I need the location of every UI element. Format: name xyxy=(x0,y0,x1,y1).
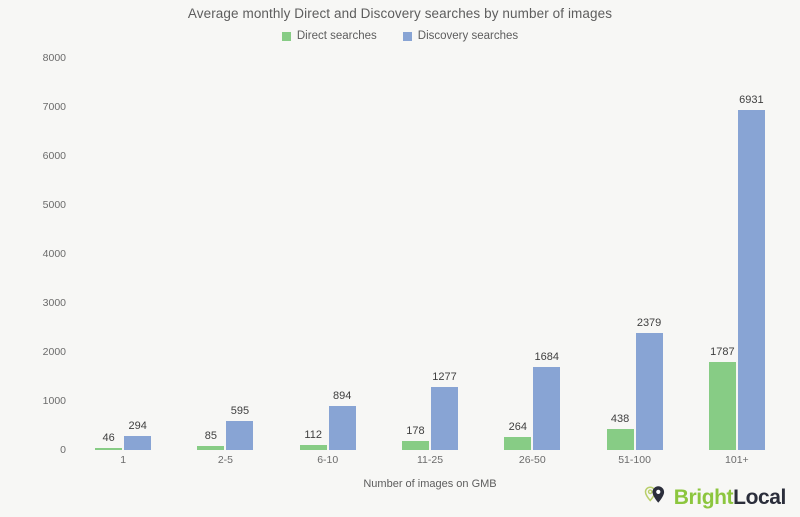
bar-column: 595 xyxy=(226,58,254,450)
x-axis-tick-label: 6-10 xyxy=(317,454,339,466)
x-axis: 1 2-5 6-10 11-25 26-50 51-100 101+ xyxy=(72,455,788,473)
x-axis-tick-label: 26-50 xyxy=(518,454,546,466)
x-axis-tick-label: 11-25 xyxy=(416,454,444,466)
y-axis-tick-label: 5000 xyxy=(42,198,66,211)
bar-value-label: 1787 xyxy=(710,346,735,359)
bar-group: 1787 6931 xyxy=(686,58,788,450)
bar-discovery[interactable] xyxy=(737,110,765,450)
bar-column: 264 xyxy=(504,58,532,450)
y-axis-tick-label: 7000 xyxy=(42,100,66,113)
bar-column: 1277 xyxy=(430,58,458,450)
bar-column: 178 xyxy=(401,58,429,450)
x-axis-tick-label: 2-5 xyxy=(217,454,234,466)
plot-area: 46 294 85 595 112 894 178 1277 264 1684 438 2379 178… xyxy=(72,58,788,450)
brand-name-bright: Bright xyxy=(673,485,734,509)
bar-column: 894 xyxy=(328,58,356,450)
y-axis-tick-label: 8000 xyxy=(42,51,66,64)
chart-plot-frame: 0 1000 2000 3000 4000 5000 6000 7000 8000 46 294 8… xyxy=(0,0,800,517)
bar-group: 46 294 xyxy=(72,58,174,450)
bar-column: 46 xyxy=(95,58,123,450)
bar-discovery[interactable] xyxy=(124,435,152,450)
bar-direct[interactable] xyxy=(708,362,736,450)
bar-discovery[interactable] xyxy=(430,387,458,450)
bar-value-label: 178 xyxy=(406,425,425,438)
brand-name-local: Local xyxy=(733,485,786,509)
bar-column: 2379 xyxy=(635,58,663,450)
bar-group: 112 894 xyxy=(277,58,379,450)
bar-value-label: 1277 xyxy=(432,371,457,384)
y-axis-tick-label: 3000 xyxy=(42,296,66,309)
bar-value-label: 6931 xyxy=(739,94,764,107)
x-axis-tick-label: 101+ xyxy=(725,454,749,466)
bar-column: 112 xyxy=(299,58,327,450)
bar-column: 1787 xyxy=(708,58,736,450)
y-axis-tick-label: 4000 xyxy=(42,247,66,260)
bar-column: 85 xyxy=(197,58,225,450)
bar-direct[interactable] xyxy=(299,444,327,450)
bar-group: 438 2379 xyxy=(583,58,685,450)
bar-direct[interactable] xyxy=(401,441,429,450)
y-axis-tick-label: 0 xyxy=(60,443,66,456)
bar-group: 264 1684 xyxy=(481,58,583,450)
bar-discovery[interactable] xyxy=(226,420,254,450)
y-axis-tick-label: 2000 xyxy=(42,345,66,358)
bar-direct[interactable] xyxy=(504,437,532,450)
bar-column: 294 xyxy=(124,58,152,450)
bar-group: 85 595 xyxy=(174,58,276,450)
bar-value-label: 595 xyxy=(230,404,250,417)
y-axis-tick-label: 1000 xyxy=(42,394,66,407)
y-axis-tick-label: 6000 xyxy=(42,149,66,162)
bar-value-label: 894 xyxy=(333,390,352,403)
bar-value-label: 112 xyxy=(304,428,322,441)
bar-column: 1684 xyxy=(533,58,561,450)
bar-discovery[interactable] xyxy=(533,367,561,450)
y-axis: 0 1000 2000 3000 4000 5000 6000 7000 8000 xyxy=(14,50,66,455)
map-pin-icon xyxy=(644,486,664,503)
bar-direct[interactable] xyxy=(95,447,123,450)
bar-column: 438 xyxy=(606,58,634,450)
bar-discovery[interactable] xyxy=(328,406,356,450)
bar-group: 178 1277 xyxy=(379,58,481,450)
x-axis-tick-label: 1 xyxy=(120,454,127,466)
bar-discovery[interactable] xyxy=(635,333,663,450)
bar-column: 6931 xyxy=(737,58,765,450)
bar-value-label: 2379 xyxy=(636,317,662,330)
bar-value-label: 46 xyxy=(102,431,115,444)
bar-direct[interactable] xyxy=(606,428,634,450)
bar-value-label: 294 xyxy=(128,419,147,432)
brand-wordmark: BrightLocal xyxy=(673,485,787,509)
bar-value-label: 264 xyxy=(508,421,527,434)
bar-direct[interactable] xyxy=(197,445,225,450)
bar-value-label: 438 xyxy=(610,412,630,425)
x-axis-tick-label: 51-100 xyxy=(618,454,651,466)
brightlocal-logo: BrightLocal xyxy=(643,485,786,509)
bar-value-label: 85 xyxy=(204,429,218,442)
bar-value-label: 1684 xyxy=(534,351,560,364)
